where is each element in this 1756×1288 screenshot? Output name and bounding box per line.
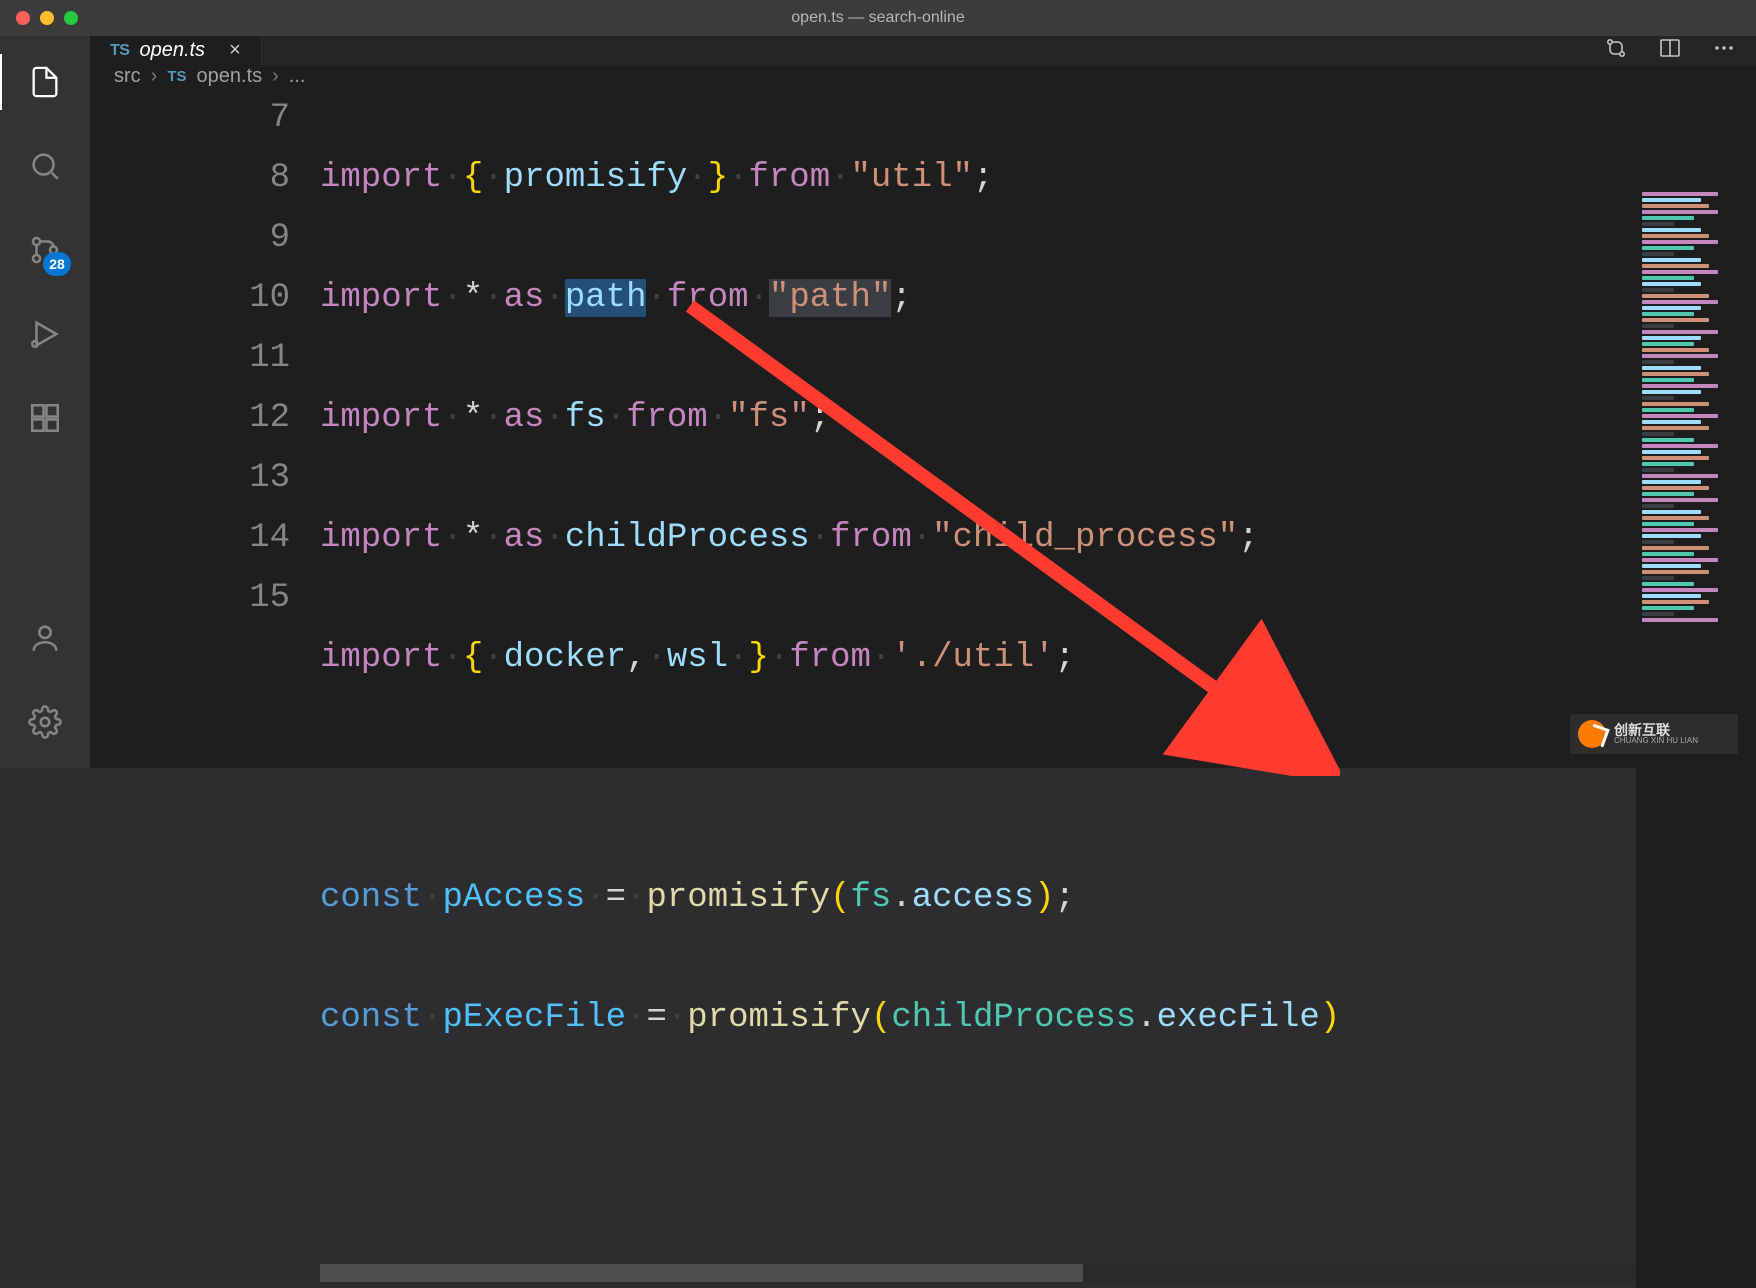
window-close-button[interactable] (16, 11, 30, 25)
chevron-right-icon: › (151, 65, 158, 88)
activity-bar: 28 (0, 36, 90, 768)
line-number: 12 (90, 388, 290, 448)
typescript-icon: TS (110, 42, 129, 60)
title-bar: open.ts — search-online (0, 0, 1756, 36)
breadcrumbs[interactable]: src › TS open.ts › ... (90, 65, 1756, 88)
code-area[interactable]: import·{·promisify·}·from·"util"; import… (320, 88, 1756, 1288)
horizontal-scrollbar[interactable] (320, 1264, 1636, 1282)
run-debug-icon[interactable] (27, 316, 63, 352)
search-icon[interactable] (27, 148, 63, 184)
breadcrumb-src[interactable]: src (114, 65, 141, 88)
compare-changes-icon[interactable] (1604, 36, 1628, 65)
source-control-badge: 28 (43, 252, 71, 276)
line-number: 15 (90, 568, 290, 628)
tab-bar: TS open.ts × (90, 36, 1756, 65)
watermark-logo-icon (1578, 720, 1606, 748)
watermark-text: 创新互联 (1614, 723, 1698, 737)
window-minimize-button[interactable] (40, 11, 54, 25)
line-number-gutter: 7 8 9 10 11 12 13 14 15 (90, 88, 320, 1288)
scrollbar-thumb[interactable] (320, 1264, 1083, 1282)
line-number: 14 (90, 508, 290, 568)
editor-toolbar (1604, 36, 1756, 65)
split-editor-icon[interactable] (1658, 36, 1682, 65)
line-number: 11 (90, 328, 290, 388)
editor-body[interactable]: 7 8 9 10 11 12 13 14 15 import·{·promisi… (90, 88, 1756, 1288)
line-number: 8 (90, 148, 290, 208)
settings-gear-icon[interactable] (27, 704, 63, 740)
close-icon[interactable]: × (229, 39, 241, 62)
tab-title: open.ts (139, 39, 205, 62)
typescript-icon: TS (167, 68, 186, 85)
line-number: 7 (90, 88, 290, 148)
breadcrumb-tail[interactable]: ... (289, 65, 306, 88)
watermark-subtext: CHUANG XIN HU LIAN (1614, 737, 1698, 745)
window-title: open.ts — search-online (791, 9, 964, 27)
line-number: 9 (90, 208, 290, 268)
window-controls (16, 11, 78, 25)
source-control-icon[interactable]: 28 (27, 232, 63, 268)
tab-open-ts[interactable]: TS open.ts × (90, 36, 262, 65)
line-number: 13 (90, 448, 290, 508)
window-maximize-button[interactable] (64, 11, 78, 25)
extensions-icon[interactable] (27, 400, 63, 436)
editor-group: TS open.ts × src › TS open.ts › (90, 36, 1756, 768)
line-number: 10 (90, 268, 290, 328)
chevron-right-icon: › (272, 65, 279, 88)
more-actions-icon[interactable] (1712, 36, 1736, 65)
watermark: 创新互联 CHUANG XIN HU LIAN (1570, 714, 1738, 754)
explorer-icon[interactable] (27, 64, 63, 100)
breadcrumb-file[interactable]: open.ts (197, 65, 263, 88)
accounts-icon[interactable] (27, 620, 63, 656)
